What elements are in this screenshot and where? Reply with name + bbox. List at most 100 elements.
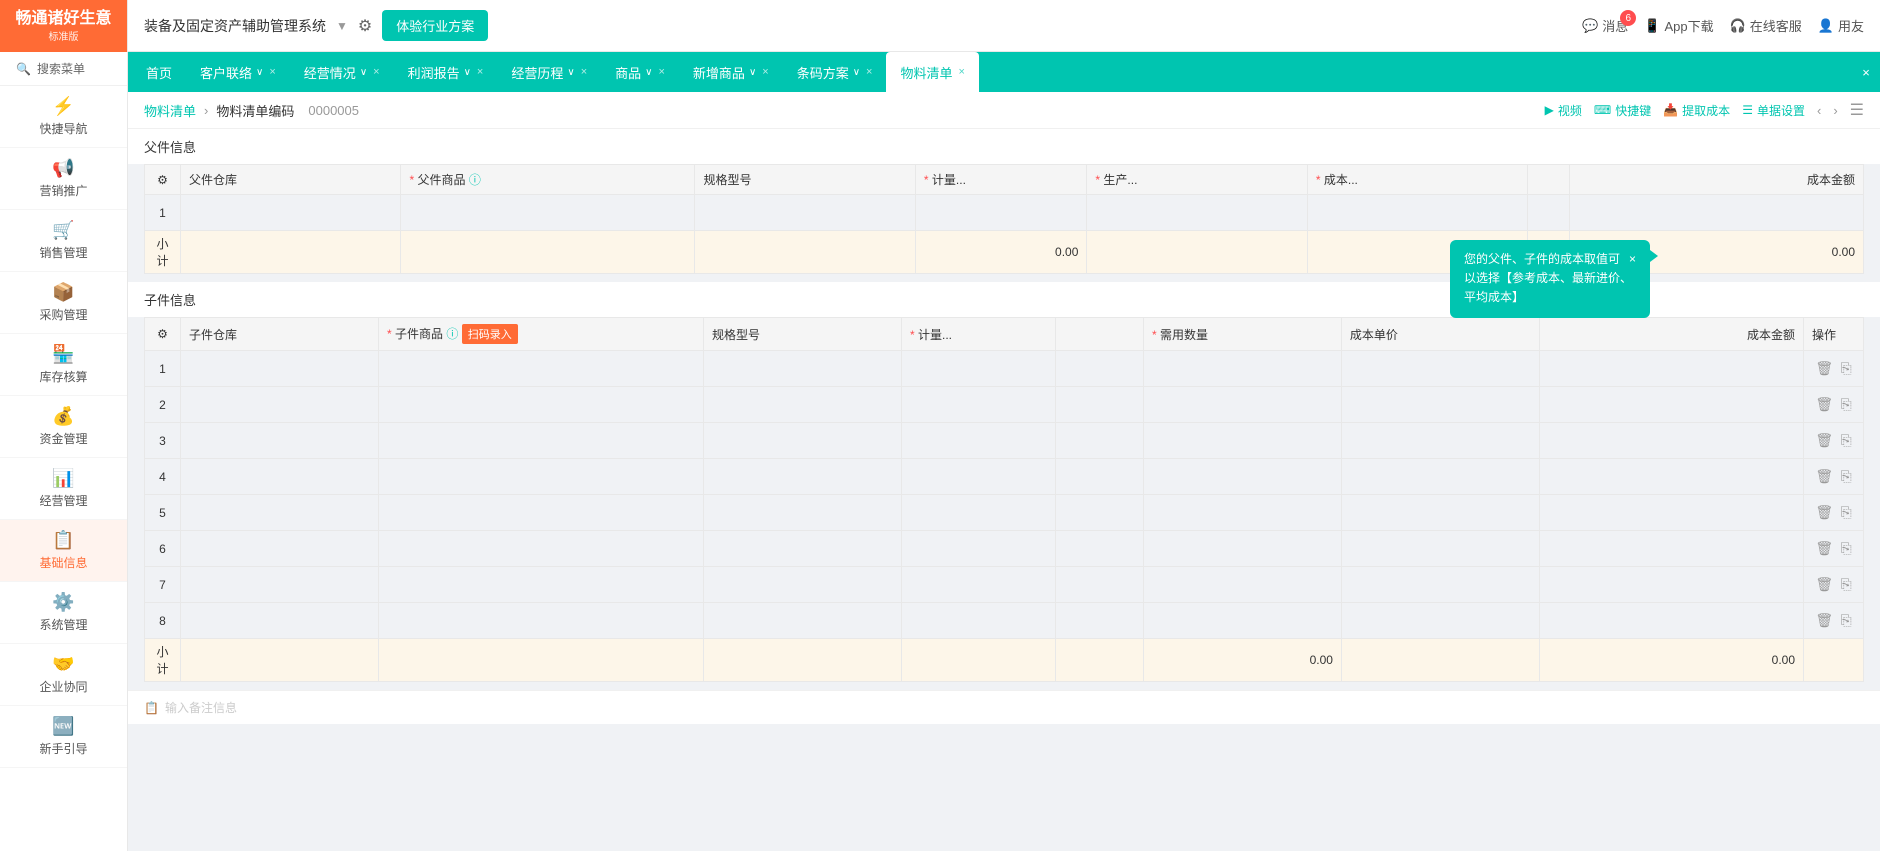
child-row-4-cost-amt[interactable]: [1539, 459, 1803, 495]
delete-row-3-icon[interactable]: 🗑: [1815, 432, 1833, 448]
copy-row-5-icon[interactable]: ⎘: [1840, 504, 1851, 520]
child-row-4-spec[interactable]: [703, 459, 901, 495]
hint-text[interactable]: 输入备注信息: [165, 699, 237, 716]
child-row-3-unit[interactable]: [901, 423, 1055, 459]
child-row-8-warehouse[interactable]: [181, 603, 379, 639]
copy-row-1-icon[interactable]: ⎘: [1840, 360, 1851, 376]
sidebar-item-finance[interactable]: 💰 资金管理: [0, 396, 127, 458]
child-row-1-unit-cost[interactable]: [1341, 351, 1539, 387]
child-row-8-unit-cost[interactable]: [1341, 603, 1539, 639]
nav-next-btn[interactable]: ›: [1833, 103, 1837, 118]
sidebar-item-sales[interactable]: 🛒 销售管理: [0, 210, 127, 272]
child-row-3-qty[interactable]: [1143, 423, 1341, 459]
child-row-6-qty[interactable]: [1143, 531, 1341, 567]
child-row-5-goods[interactable]: [378, 495, 703, 531]
child-row-7-cost-amt[interactable]: [1539, 567, 1803, 603]
copy-row-8-icon[interactable]: ⎘: [1840, 612, 1851, 628]
copy-row-2-icon[interactable]: ⎘: [1840, 396, 1851, 412]
child-row-2-goods[interactable]: [378, 387, 703, 423]
breadcrumb-bom[interactable]: 物料清单: [144, 101, 196, 120]
child-row-5-cost-amt[interactable]: [1539, 495, 1803, 531]
app-download-item[interactable]: 📱 App下载: [1644, 16, 1713, 35]
tab-ops-close[interactable]: ×: [373, 66, 379, 78]
sidebar-item-system[interactable]: ⚙️ 系统管理: [0, 582, 127, 644]
child-row-4-unit-cost[interactable]: [1341, 459, 1539, 495]
child-row-6-unit-cost[interactable]: [1341, 531, 1539, 567]
child-row-5-warehouse[interactable]: [181, 495, 379, 531]
sidebar-item-purchase[interactable]: 📦 采购管理: [0, 272, 127, 334]
child-row-7-unit[interactable]: [901, 567, 1055, 603]
child-row-2-spec[interactable]: [703, 387, 901, 423]
tab-customer[interactable]: 客户联络 ∨ ×: [186, 52, 290, 92]
child-row-5-unit-cost[interactable]: [1341, 495, 1539, 531]
child-row-7-spec[interactable]: [703, 567, 901, 603]
delete-row-5-icon[interactable]: 🗑: [1815, 504, 1833, 520]
child-row-7-warehouse[interactable]: [181, 567, 379, 603]
child-row-5-spec[interactable]: [703, 495, 901, 531]
copy-row-7-icon[interactable]: ⎘: [1840, 576, 1851, 592]
tab-operations-history[interactable]: 经营历程 ∨ ×: [497, 52, 601, 92]
child-row-6-cost-amt[interactable]: [1539, 531, 1803, 567]
parent-row-1-warehouse[interactable]: [181, 195, 401, 231]
parent-row-1-cost[interactable]: [1307, 195, 1527, 231]
delete-row-2-icon[interactable]: 🗑: [1815, 396, 1833, 412]
delete-row-7-icon[interactable]: 🗑: [1815, 576, 1833, 592]
parent-col-gear[interactable]: ⚙: [145, 165, 181, 195]
child-row-6-unit[interactable]: [901, 531, 1055, 567]
sidebar-item-guide[interactable]: 🆕 新手引导: [0, 706, 127, 768]
child-goods-info-icon[interactable]: ⓘ: [446, 327, 458, 341]
tab-goods[interactable]: 商品 ∨ ×: [601, 52, 679, 92]
tab-barcode[interactable]: 条码方案 ∨ ×: [783, 52, 887, 92]
sidebar-item-operations[interactable]: 📊 经营管理: [0, 458, 127, 520]
single-settings-btn[interactable]: ☰ 单据设置: [1742, 102, 1805, 119]
child-row-2-cost-amt[interactable]: [1539, 387, 1803, 423]
child-row-3-unit-cost[interactable]: [1341, 423, 1539, 459]
child-row-1-goods[interactable]: [378, 351, 703, 387]
child-row-4-unit[interactable]: [901, 459, 1055, 495]
child-row-8-cost-amt[interactable]: [1539, 603, 1803, 639]
online-service-item[interactable]: 🎧 在线客服: [1730, 16, 1802, 35]
tooltip-close-btn[interactable]: ×: [1629, 250, 1636, 269]
delete-row-6-icon[interactable]: 🗑: [1815, 540, 1833, 556]
child-row-2-warehouse[interactable]: [181, 387, 379, 423]
view-video-btn[interactable]: ▶ 视频: [1545, 102, 1582, 119]
child-row-2-qty[interactable]: [1143, 387, 1341, 423]
child-row-8-spec[interactable]: [703, 603, 901, 639]
sidebar-item-marketing[interactable]: 📢 营销推广: [0, 148, 127, 210]
child-row-6-warehouse[interactable]: [181, 531, 379, 567]
child-row-7-goods[interactable]: [378, 567, 703, 603]
message-item[interactable]: 💬 消息 6: [1582, 16, 1628, 35]
sidebar-item-enterprise[interactable]: 🤝 企业协同: [0, 644, 127, 706]
sidebar-item-inventory[interactable]: 🏪 库存核算: [0, 334, 127, 396]
child-row-2-unit-cost[interactable]: [1341, 387, 1539, 423]
child-row-1-warehouse[interactable]: [181, 351, 379, 387]
child-row-5-qty[interactable]: [1143, 495, 1341, 531]
parent-row-1-prod[interactable]: [1087, 195, 1307, 231]
experience-btn[interactable]: 体验行业方案: [382, 10, 488, 41]
tab-barcode-close[interactable]: ×: [866, 66, 872, 78]
child-row-1-cost-amt[interactable]: [1539, 351, 1803, 387]
child-row-7-qty[interactable]: [1143, 567, 1341, 603]
child-row-4-warehouse[interactable]: [181, 459, 379, 495]
nav-prev-btn[interactable]: ‹: [1817, 103, 1821, 118]
sidebar-item-basic-info[interactable]: 📋 基础信息: [0, 520, 127, 582]
tab-add-goods[interactable]: 新增商品 ∨ ×: [679, 52, 783, 92]
delete-row-1-icon[interactable]: 🗑: [1815, 360, 1833, 376]
sidebar-item-quick-nav[interactable]: ⚡ 快捷导航: [0, 86, 127, 148]
extract-cost-btn[interactable]: 📥 提取成本: [1663, 102, 1730, 119]
child-row-8-goods[interactable]: [378, 603, 703, 639]
child-row-3-spec[interactable]: [703, 423, 901, 459]
tab-bom[interactable]: 物料清单 ×: [886, 52, 978, 92]
delete-row-4-icon[interactable]: 🗑: [1815, 468, 1833, 484]
tab-bom-close[interactable]: ×: [959, 66, 965, 78]
child-row-1-unit[interactable]: [901, 351, 1055, 387]
child-row-5-unit[interactable]: [901, 495, 1055, 531]
child-row-8-qty[interactable]: [1143, 603, 1341, 639]
child-row-4-qty[interactable]: [1143, 459, 1341, 495]
child-row-2-unit[interactable]: [901, 387, 1055, 423]
hotkey-btn[interactable]: ⌨ 快捷键: [1594, 102, 1651, 119]
child-row-1-spec[interactable]: [703, 351, 901, 387]
parent-row-1-cost-amt[interactable]: [1569, 195, 1863, 231]
child-row-1-qty[interactable]: [1143, 351, 1341, 387]
close-all-tabs-btn[interactable]: ×: [1852, 52, 1880, 92]
